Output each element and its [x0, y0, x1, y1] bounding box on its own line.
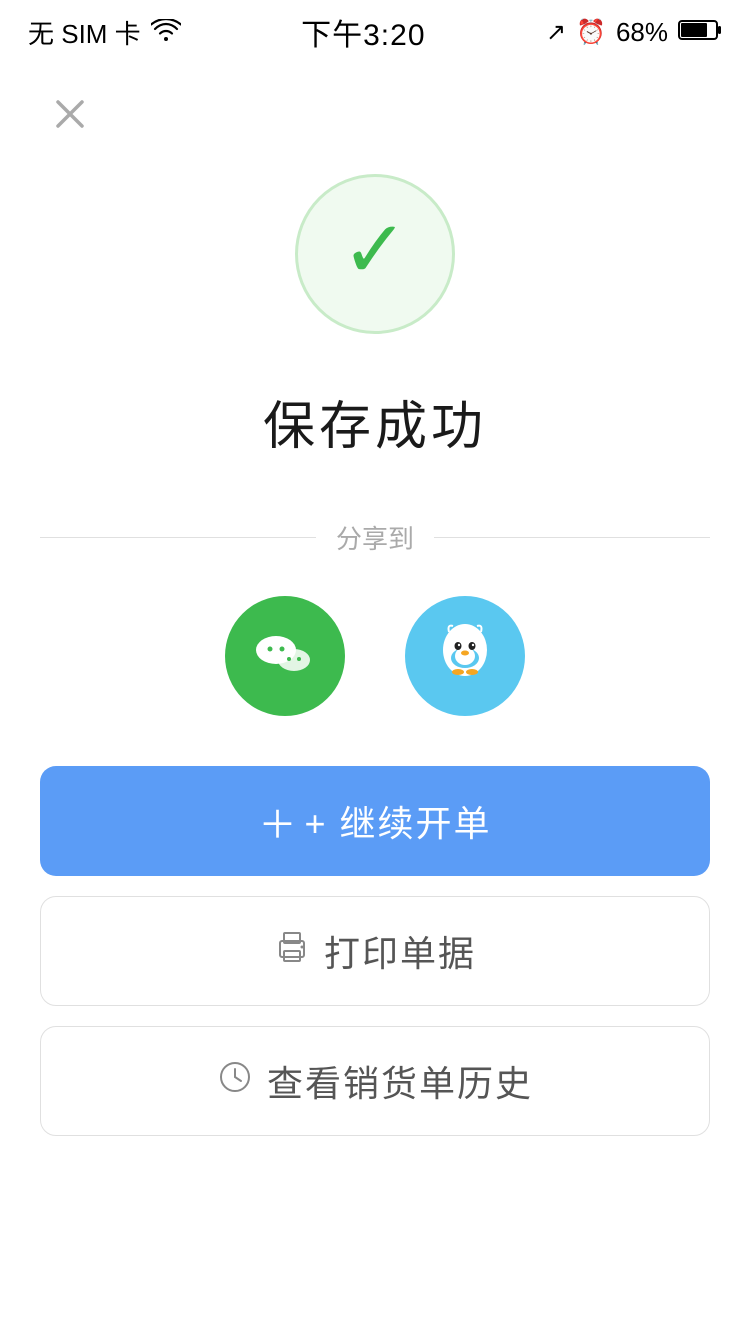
plus-icon: ＋: [258, 794, 298, 849]
share-icons: [40, 596, 710, 716]
close-button[interactable]: [40, 84, 100, 144]
checkmark-icon: ✓: [341, 210, 408, 290]
status-bar: 无 SIM 卡 下午3:20 ↗ ⏰ 68%: [0, 0, 750, 64]
history-button[interactable]: 查看销货单历史: [40, 1026, 710, 1136]
printer-icon: [274, 929, 310, 974]
clock-icon: [217, 1059, 253, 1104]
share-section: 分享到: [40, 519, 710, 716]
continue-order-label: + 继续开单: [304, 795, 491, 847]
wechat-share-button[interactable]: [225, 596, 345, 716]
print-button[interactable]: 打印单据: [40, 896, 710, 1006]
battery-label: 68%: [616, 17, 668, 48]
continue-order-button[interactable]: ＋ + 继续开单: [40, 766, 710, 876]
print-label: 打印单据: [324, 925, 476, 977]
wifi-icon: [151, 17, 181, 48]
status-right: ↗ ⏰ 68%: [546, 17, 722, 48]
success-icon-circle: ✓: [295, 174, 455, 334]
success-title: 保存成功: [263, 384, 487, 459]
history-label: 查看销货单历史: [267, 1055, 533, 1107]
qq-share-button[interactable]: [405, 596, 525, 716]
alarm-icon: ⏰: [576, 18, 606, 47]
status-time: 下午3:20: [301, 10, 425, 54]
share-label: 分享到: [316, 519, 434, 556]
location-icon: ↗: [546, 18, 566, 47]
status-left: 无 SIM 卡: [28, 14, 181, 51]
main-content: ✓ 保存成功 分享到: [0, 64, 750, 1334]
sim-label: 无 SIM 卡: [28, 14, 141, 51]
action-buttons: ＋ + 继续开单 打印单据 查看销货单: [40, 766, 710, 1136]
share-divider: 分享到: [40, 519, 710, 556]
battery-icon: [678, 17, 722, 48]
